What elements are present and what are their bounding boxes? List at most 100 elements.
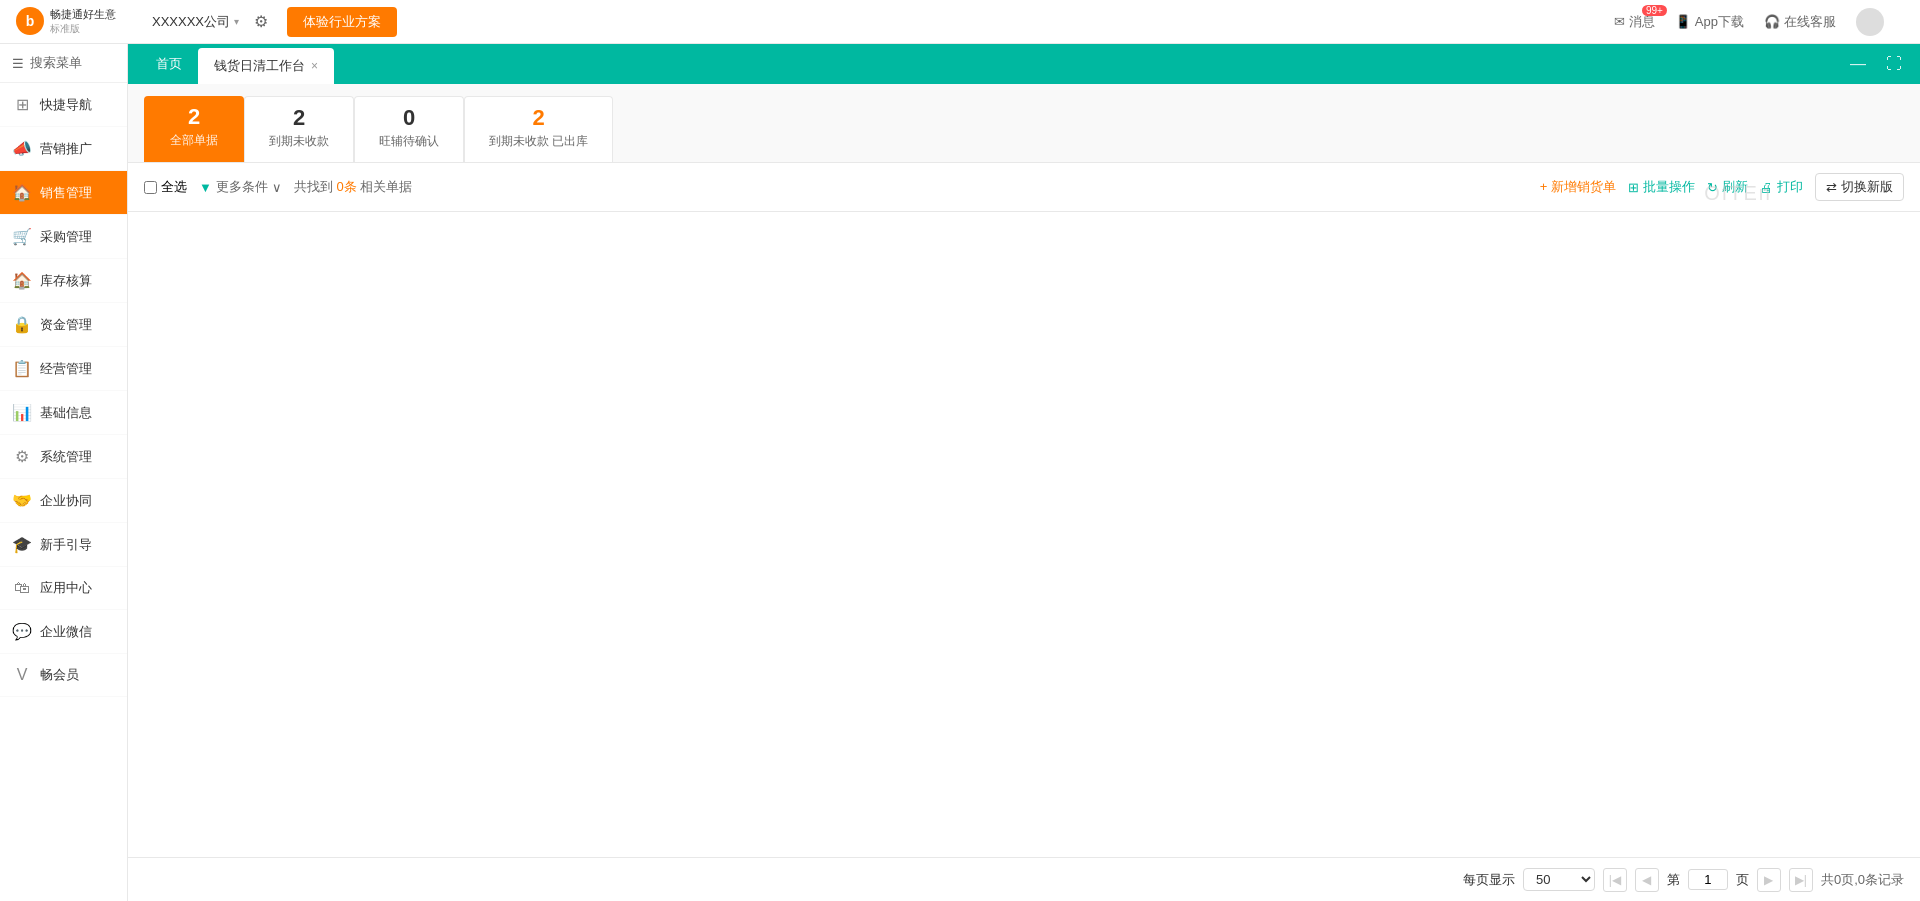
batch-operation-button[interactable]: ⊞ 批量操作	[1628, 178, 1695, 196]
prev-page-button[interactable]: ◀	[1635, 868, 1659, 892]
sidebar-label-member: 畅会员	[40, 666, 79, 684]
sidebar-item-appstore[interactable]: 🛍 应用中心	[0, 567, 127, 610]
found-suffix: 相关单据	[360, 179, 412, 194]
stat-tab-shipped[interactable]: 2 到期未收款 已出库	[464, 96, 613, 162]
sidebar-item-finance[interactable]: 🔒 资金管理	[0, 303, 127, 347]
switch-icon: ⇄	[1826, 180, 1837, 195]
table-area	[128, 212, 1920, 857]
tab-home-label: 首页	[156, 55, 182, 73]
tab-close-icon[interactable]: ×	[311, 59, 318, 73]
print-button[interactable]: 🖨 打印	[1760, 178, 1803, 196]
switch-version-button[interactable]: ⇄ 切换新版	[1815, 173, 1904, 201]
sidebar-label-business: 经营管理	[40, 360, 92, 378]
sidebar-label-system: 系统管理	[40, 448, 92, 466]
sidebar-label-wechat: 企业微信	[40, 623, 92, 641]
sidebar-item-quick-nav[interactable]: ⊞ 快捷导航	[0, 83, 127, 127]
company-selector[interactable]: XXXXXX公司 ▾	[152, 13, 239, 31]
sidebar-item-guide[interactable]: 🎓 新手引导	[0, 523, 127, 567]
sidebar-label-appstore: 应用中心	[40, 579, 92, 597]
bag-icon: 🛍	[12, 579, 32, 597]
sidebar-item-cooperation[interactable]: 🤝 企业协同	[0, 479, 127, 523]
settings-button[interactable]: ⚙	[247, 8, 275, 36]
stat-overdue-number: 2	[293, 105, 305, 131]
megaphone-icon: 📣	[12, 139, 32, 158]
app-download-button[interactable]: 📱 App下载	[1675, 13, 1744, 31]
stat-tab-overdue[interactable]: 2 到期未收款	[244, 96, 354, 162]
house-icon: 🏠	[12, 271, 32, 290]
page-number-input[interactable]	[1688, 869, 1728, 890]
stat-all-number: 2	[188, 104, 200, 130]
grid-icon: ⊞	[12, 95, 32, 114]
shop-icon: 🏠	[12, 183, 32, 202]
footer-pagination: 每页显示 10 20 50 100 |◀ ◀ 第 页 ▶ ▶| 共0页,0条记录	[128, 857, 1920, 901]
tab-active-label: 钱货日清工作台	[214, 57, 305, 75]
sidebar-label-guide: 新手引导	[40, 536, 92, 554]
stat-tab-pending[interactable]: 0 旺辅待确认	[354, 96, 464, 162]
sidebar-item-business[interactable]: 📋 经营管理	[0, 347, 127, 391]
per-page-label: 每页显示	[1463, 871, 1515, 889]
headset-icon: 🎧	[1764, 14, 1780, 29]
stat-tab-all[interactable]: 2 全部单据	[144, 96, 244, 162]
sidebar-item-marketing[interactable]: 📣 营销推广	[0, 127, 127, 171]
trial-button[interactable]: 体验行业方案	[287, 7, 397, 37]
logo-area: b 畅捷通好生意 标准版	[16, 7, 144, 35]
sidebar-label-marketing: 营销推广	[40, 140, 92, 158]
stat-pending-number: 0	[403, 105, 415, 131]
filter-button[interactable]: ▼ 更多条件 ∨	[199, 178, 282, 196]
page-size-select[interactable]: 10 20 50 100	[1523, 868, 1595, 891]
tab-home[interactable]: 首页	[140, 44, 198, 84]
sidebar-label-purchase: 采购管理	[40, 228, 92, 246]
batch-label: 批量操作	[1643, 178, 1695, 196]
sidebar-item-sales[interactable]: 🏠 销售管理	[0, 171, 127, 215]
logo-sub: 标准版	[50, 22, 116, 36]
sidebar-label-sales: 销售管理	[40, 184, 92, 202]
sidebar-label-finance: 资金管理	[40, 316, 92, 334]
vip-icon: V	[12, 666, 32, 684]
chevron-down-icon: ▾	[234, 16, 239, 27]
avatar[interactable]	[1856, 8, 1884, 36]
print-icon: 🖨	[1760, 180, 1773, 195]
content-area: 2 全部单据 2 到期未收款 0 旺辅待确认 2 到期未收款 已出库 全选	[128, 84, 1920, 901]
tab-maximize-button[interactable]: ⛶	[1880, 50, 1908, 78]
logo-icon: b	[16, 7, 44, 35]
tab-bar-actions: — ⛶	[1844, 50, 1908, 78]
sidebar-item-inventory[interactable]: 🏠 库存核算	[0, 259, 127, 303]
tab-bar: 首页 钱货日清工作台 × — ⛶	[128, 44, 1920, 84]
message-icon: ✉	[1614, 14, 1625, 29]
sidebar: ☰ 搜索菜单 ⊞ 快捷导航 📣 营销推广 🏠 销售管理 🛒 采购管理 🏠 库存核…	[0, 44, 128, 901]
top-header: b 畅捷通好生意 标准版 XXXXXX公司 ▾ ⚙ 体验行业方案 ✉ 消息 99…	[0, 0, 1920, 44]
tab-minimize-button[interactable]: —	[1844, 50, 1872, 78]
message-button[interactable]: ✉ 消息 99+	[1614, 13, 1655, 31]
sidebar-item-basic-info[interactable]: 📊 基础信息	[0, 391, 127, 435]
stat-all-label: 全部单据	[170, 132, 218, 149]
company-name: XXXXXX公司	[152, 13, 230, 31]
sidebar-item-wechat[interactable]: 💬 企业微信	[0, 610, 127, 654]
select-all-label: 全选	[161, 178, 187, 196]
stat-shipped-number: 2	[533, 105, 545, 131]
main-content: 2 全部单据 2 到期未收款 0 旺辅待确认 2 到期未收款 已出库 全选	[128, 84, 1920, 901]
first-page-button[interactable]: |◀	[1603, 868, 1627, 892]
switch-label: 切换新版	[1841, 178, 1893, 196]
select-all-checkbox[interactable]: 全选	[144, 178, 187, 196]
refresh-button[interactable]: ↻ 刷新	[1707, 178, 1748, 196]
toolbar-right: + 新增销货单 ⊞ 批量操作 ↻ 刷新 🖨 打印 ⇄ 切换新版	[1540, 173, 1904, 201]
online-service-button[interactable]: 🎧 在线客服	[1764, 13, 1836, 31]
last-page-button[interactable]: ▶|	[1789, 868, 1813, 892]
next-page-button[interactable]: ▶	[1757, 868, 1781, 892]
chat-icon: 💬	[12, 622, 32, 641]
stat-pending-label: 旺辅待确认	[379, 133, 439, 150]
sidebar-item-system[interactable]: ⚙ 系统管理	[0, 435, 127, 479]
stat-overdue-label: 到期未收款	[269, 133, 329, 150]
sidebar-search[interactable]: ☰ 搜索菜单	[0, 44, 127, 83]
tab-qinghuori[interactable]: 钱货日清工作台 ×	[198, 48, 334, 84]
lock-icon: 🔒	[12, 315, 32, 334]
sidebar-item-member[interactable]: V 畅会员	[0, 654, 127, 697]
table-icon: 📊	[12, 403, 32, 422]
logo-text: 畅捷通好生意	[50, 7, 116, 21]
sidebar-item-purchase[interactable]: 🛒 采购管理	[0, 215, 127, 259]
found-text: 共找到 0条 相关单据	[294, 178, 412, 196]
select-all-input[interactable]	[144, 181, 157, 194]
add-sales-order-button[interactable]: + 新增销货单	[1540, 178, 1616, 196]
online-service-label: 在线客服	[1784, 13, 1836, 31]
stat-shipped-label: 到期未收款 已出库	[489, 133, 588, 150]
